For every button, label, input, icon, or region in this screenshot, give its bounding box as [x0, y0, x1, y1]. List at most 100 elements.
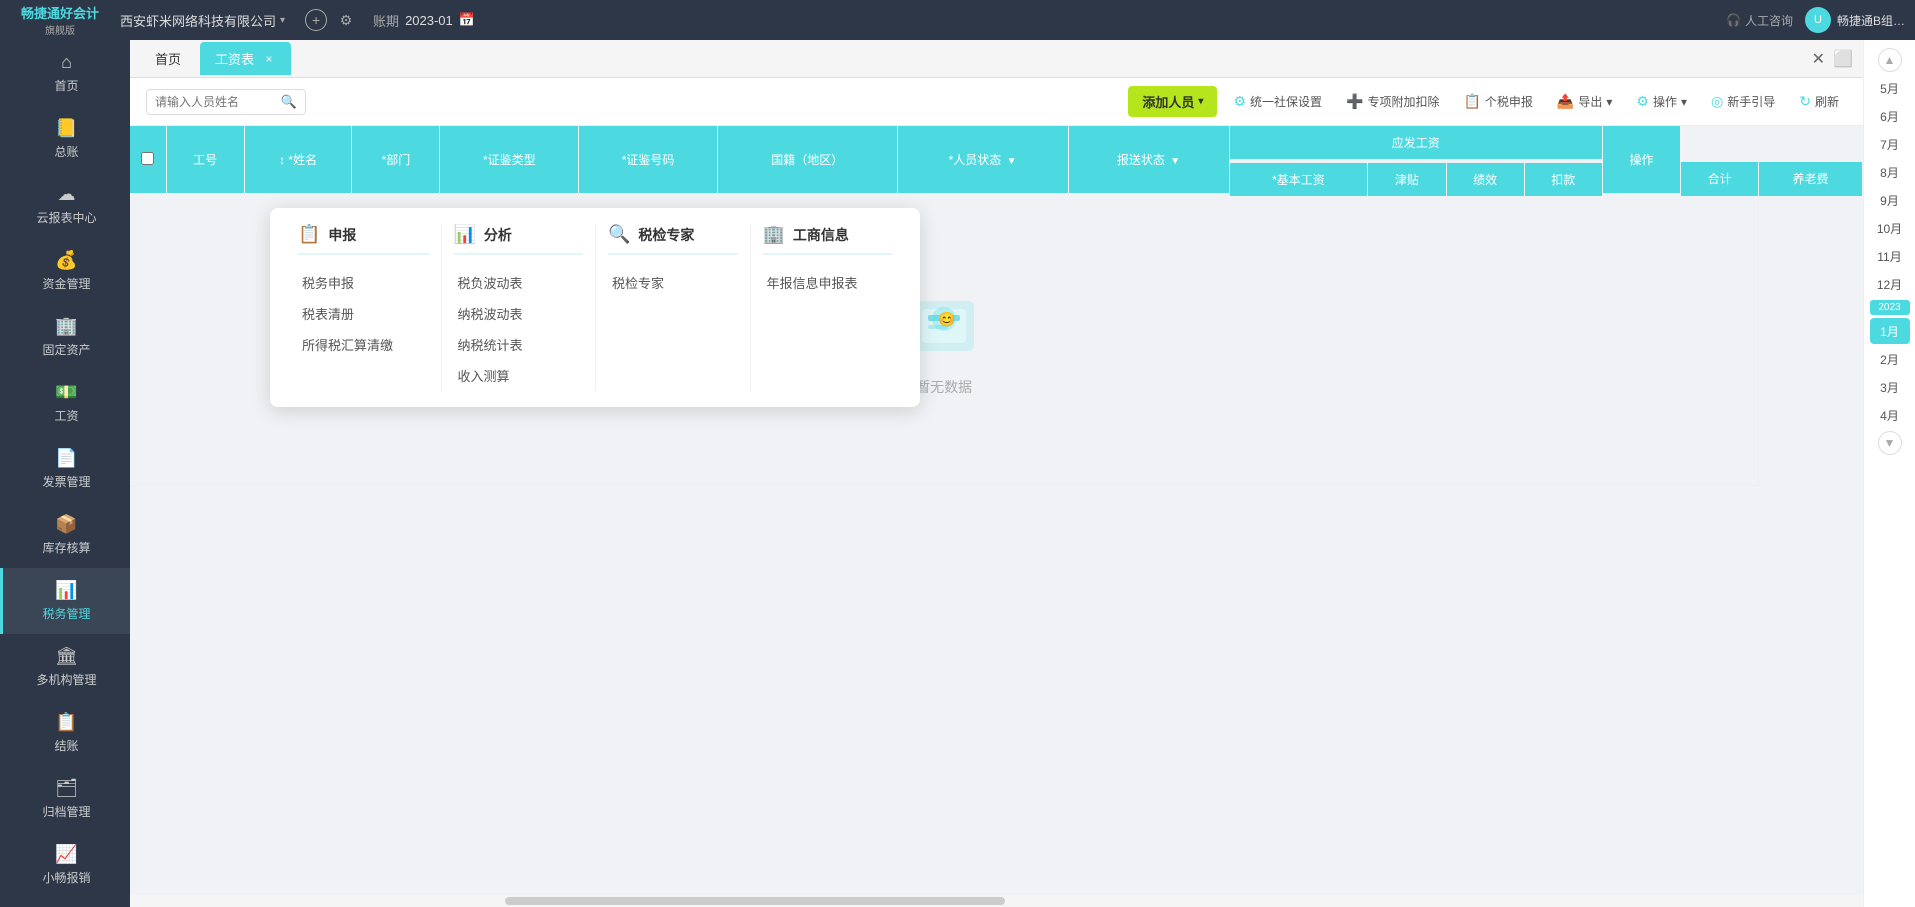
calendar-icon[interactable]: 📅: [459, 12, 475, 28]
guide-button[interactable]: ◎ 新手引导: [1703, 89, 1783, 114]
report-icon: 📈: [55, 844, 77, 865]
sidebar-item-report-label: 小畅报销: [42, 869, 90, 886]
sidebar-item-tax-label: 税务管理: [42, 605, 90, 622]
timeline-month-6[interactable]: 6月: [1870, 103, 1910, 129]
sidebar-item-tax[interactable]: 📊 税务管理: [0, 568, 130, 634]
operations-icon: ⚙: [1636, 93, 1649, 110]
right-timeline-panel: ▲ 5月 6月 7月 8月 9月 10月 11月 12月 2023 1月: [1863, 40, 1915, 907]
th-person-status: *人员状态 ▼: [897, 126, 1068, 193]
user-label: 畅捷通B组…: [1837, 12, 1905, 29]
refresh-label: 刷新: [1815, 93, 1839, 110]
user-menu[interactable]: U 畅捷通B组…: [1805, 7, 1905, 33]
th-name: ↕ *姓名: [244, 126, 352, 193]
timeline-month-4[interactable]: 4月: [1870, 402, 1910, 428]
dropdown-item-tax-nav-stat[interactable]: 纳税统计表: [454, 329, 584, 360]
content-area: 首页 工资表 × ✕ ⬜ 🔍 添加人员 ▾: [130, 40, 1863, 907]
th-id-number: *证鉴号码: [579, 126, 718, 193]
timeline-month-2[interactable]: 2月: [1870, 346, 1910, 372]
table-scrollbar[interactable]: [130, 895, 1863, 907]
app-title: 畅捷通好会计: [21, 3, 99, 22]
sidebar-item-multi[interactable]: 🏛 多机构管理: [0, 634, 130, 700]
archive-icon: 🗂: [55, 778, 78, 799]
sidebar: ⌂ 首页 📒 总账 ☁ 云报表中心 💰 资金管理 🏢 固定资产 💵 工资 📄 发…: [0, 40, 130, 907]
timeline-month-8[interactable]: 8月: [1870, 159, 1910, 185]
special-deduct-label: 专项附加扣除: [1367, 93, 1439, 110]
timeline-month-10[interactable]: 10月: [1870, 215, 1910, 241]
th-performance: 绩效: [1446, 162, 1524, 196]
sidebar-item-cloud[interactable]: ☁ 云报表中心: [0, 172, 130, 238]
sidebar-item-report[interactable]: 📈 小畅报销: [0, 832, 130, 898]
special-deduct-button[interactable]: ➕ 专项附加扣除: [1338, 89, 1447, 114]
sidebar-item-close-label: 结账: [54, 737, 78, 754]
th-department: *部门: [352, 126, 440, 193]
search-icon: 🔍: [281, 94, 297, 110]
avatar: U: [1805, 7, 1831, 33]
fixed-icon: 🏢: [55, 316, 77, 337]
sidebar-item-close[interactable]: 📋 结账: [0, 700, 130, 766]
timeline-month-7[interactable]: 7月: [1870, 131, 1910, 157]
add-company-button[interactable]: +: [305, 9, 327, 31]
dropdown-section-bizinfo: 🏢 工商信息 年报信息申报表: [750, 224, 905, 391]
sidebar-item-cloud-label: 云报表中心: [36, 209, 96, 226]
service-button[interactable]: 🎧 人工咨询: [1726, 12, 1793, 29]
sidebar-item-inventory[interactable]: 📦 库存核算: [0, 502, 130, 568]
dropdown-item-tax-nav-wave[interactable]: 纳税波动表: [454, 298, 584, 329]
sidebar-item-ledger[interactable]: 📒 总账: [0, 106, 130, 172]
report-status-filter-icon[interactable]: ▼: [1170, 156, 1180, 167]
sidebar-item-fixed[interactable]: 🏢 固定资产: [0, 304, 130, 370]
timeline-month-9[interactable]: 9月: [1870, 187, 1910, 213]
dropdown-item-annual-report[interactable]: 年报信息申报表: [763, 267, 893, 298]
timeline-month-3[interactable]: 3月: [1870, 374, 1910, 400]
sidebar-item-salary[interactable]: 💵 工资: [0, 370, 130, 436]
timeline-up-button[interactable]: ▲: [1878, 48, 1902, 72]
tab-close-icon[interactable]: ×: [262, 52, 276, 66]
close-period-icon: 📋: [55, 712, 77, 733]
personal-tax-button[interactable]: 📋 个税申报: [1455, 89, 1540, 114]
dropdown-section-analysis-title: 📊 分析: [454, 224, 584, 255]
period-selector: 账期 2023-01 📅: [373, 11, 475, 30]
dropdown-item-tax-report[interactable]: 税务申报: [298, 267, 429, 298]
sidebar-item-home[interactable]: ⌂ 首页: [0, 40, 130, 106]
taxexpert-section-label: 税检专家: [638, 225, 694, 245]
invoice-icon: 📄: [55, 448, 77, 469]
dropdown-item-tax-wave[interactable]: 税负波动表: [454, 267, 584, 298]
scroll-thumb[interactable]: [505, 897, 1005, 905]
operations-button[interactable]: ⚙ 操作 ▾: [1628, 89, 1695, 114]
export-label: 导出: [1578, 93, 1602, 110]
timeline-month-5[interactable]: 5月: [1870, 75, 1910, 101]
add-person-button[interactable]: 添加人员 ▾: [1128, 86, 1217, 117]
timeline-month-11[interactable]: 11月: [1870, 243, 1910, 269]
home-icon: ⌂: [61, 52, 72, 73]
person-status-filter-icon[interactable]: ▼: [1007, 156, 1017, 167]
tab-bar: 首页 工资表 × ✕ ⬜: [130, 40, 1863, 78]
sidebar-item-fixed-label: 固定资产: [42, 341, 90, 358]
social-security-button[interactable]: ⚙ 统一社保设置: [1225, 89, 1330, 114]
headset-icon: 🎧: [1726, 13, 1741, 27]
timeline-month-12[interactable]: 12月: [1870, 271, 1910, 297]
export-button[interactable]: 📤 导出 ▾: [1549, 89, 1620, 114]
service-label: 人工咨询: [1745, 12, 1793, 29]
sidebar-item-invoice[interactable]: 📄 发票管理: [0, 436, 130, 502]
period-value: 2023-01: [405, 13, 453, 28]
sidebar-item-settings[interactable]: ⚙ 基础设置: [0, 898, 130, 907]
window-restore-button[interactable]: ⬜: [1833, 49, 1853, 69]
add-person-label: 添加人员: [1142, 92, 1194, 111]
timeline-down-button[interactable]: ▼: [1878, 431, 1902, 455]
refresh-button[interactable]: ↻ 刷新: [1791, 89, 1847, 114]
window-close-button[interactable]: ✕: [1812, 49, 1825, 69]
dropdown-item-income-clearance[interactable]: 所得税汇算清缴: [298, 329, 429, 360]
sidebar-item-archive[interactable]: 🗂 归档管理: [0, 766, 130, 832]
dropdown-item-income-calc[interactable]: 收入测算: [454, 360, 584, 391]
tab-salary-label: 工资表: [215, 49, 254, 68]
tab-home[interactable]: 首页: [140, 42, 196, 75]
tab-salary[interactable]: 工资表 ×: [200, 42, 291, 75]
sidebar-item-funds[interactable]: 💰 资金管理: [0, 238, 130, 304]
settings-icon[interactable]: ⚙: [335, 9, 357, 31]
search-input[interactable]: [155, 95, 275, 109]
select-all-checkbox[interactable]: [141, 152, 154, 165]
dropdown-item-tax-check[interactable]: 税检专家: [608, 267, 738, 298]
timeline-month-1[interactable]: 1月: [1870, 318, 1910, 344]
report-section-label: 申报: [328, 225, 356, 245]
dropdown-item-tax-clearance[interactable]: 税表清册: [298, 298, 429, 329]
company-selector[interactable]: 西安虾米网络科技有限公司 ▾: [120, 11, 289, 30]
